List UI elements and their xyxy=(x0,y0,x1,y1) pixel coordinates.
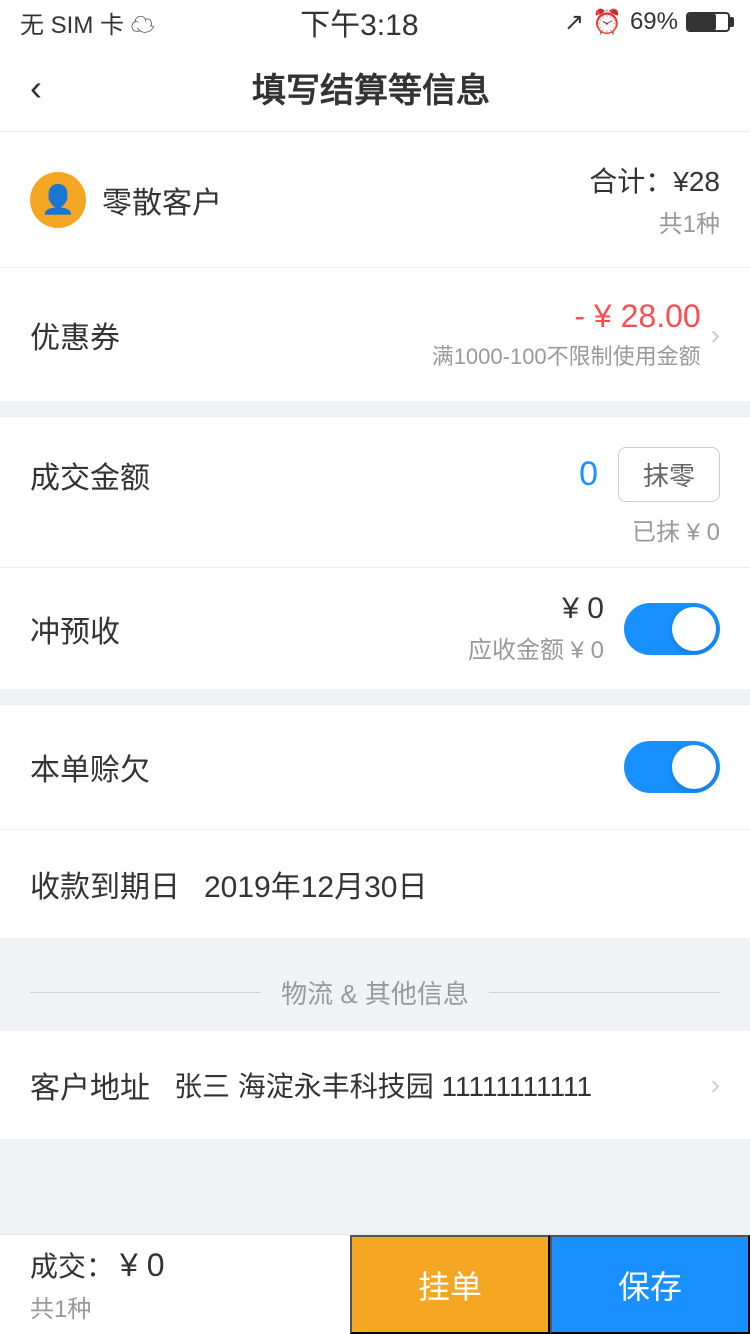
bottom-count: 共1种 xyxy=(30,1289,320,1324)
status-right: ↗ ⏰ 69% xyxy=(564,8,730,37)
customer-name: 零散客户 xyxy=(102,178,222,222)
precollect-amount: ¥ 0 xyxy=(468,592,604,626)
deal-amount-right: 0 抹零 xyxy=(579,447,720,502)
coupon-label: 优惠券 xyxy=(30,313,120,357)
bottom-deal: 成交： ¥ 0 xyxy=(30,1245,320,1285)
address-row[interactable]: 客户地址 张三 海淀永丰科技园 11111111111 › xyxy=(0,1031,750,1139)
battery-percent: 69% xyxy=(630,8,678,36)
precollect-right: ¥ 0 应收金额 ¥ 0 xyxy=(468,592,720,665)
precollect-sub: 应收金额 ¥ 0 xyxy=(468,630,604,665)
deal-amount-value[interactable]: 0 xyxy=(579,455,598,494)
deal-section: 成交金额 0 抹零 已抹 ¥ 0 冲预收 ¥ 0 应收金额 ¥ 0 xyxy=(0,417,750,689)
bottom-bar: 成交： ¥ 0 共1种 挂单 保存 xyxy=(0,1234,750,1334)
customer-section: 👤 零散客户 合计：¥28 共1种 优惠券 - ¥ 28.00 满1000-10… xyxy=(0,132,750,401)
bottom-deal-label: 成交： xyxy=(30,1245,114,1285)
status-left: 无 SIM 卡 ☁ xyxy=(20,5,155,40)
coupon-right: - ¥ 28.00 满1000-100不限制使用金额 › xyxy=(432,298,720,371)
bottom-deal-amount: ¥ 0 xyxy=(120,1247,164,1284)
customer-left: 👤 零散客户 xyxy=(30,172,222,228)
save-button[interactable]: 保存 xyxy=(550,1235,750,1334)
customer-total: 合计：¥28 xyxy=(589,160,720,200)
address-chevron-icon: › xyxy=(711,1069,720,1101)
battery-icon xyxy=(686,12,730,32)
deal-amount-row: 成交金额 0 抹零 xyxy=(0,417,750,512)
deal-amount-label: 成交金额 xyxy=(30,453,150,497)
status-time: 下午3:18 xyxy=(300,0,418,44)
precollect-row: 冲预收 ¥ 0 应收金额 ¥ 0 xyxy=(0,567,750,689)
precollect-label: 冲预收 xyxy=(30,607,120,651)
sim-status: 无 SIM 卡 ☁ xyxy=(20,5,155,40)
customer-row: 👤 零散客户 合计：¥28 共1种 xyxy=(0,132,750,267)
logistics-header: 物流 & 其他信息 xyxy=(0,954,750,1031)
coupon-info: - ¥ 28.00 满1000-100不限制使用金额 xyxy=(432,298,701,371)
location-icon: ↗ xyxy=(564,8,584,37)
coupon-row[interactable]: 优惠券 - ¥ 28.00 满1000-100不限制使用金额 › xyxy=(0,267,750,401)
coupon-discount: - ¥ 28.00 xyxy=(432,298,701,335)
customer-count: 共1种 xyxy=(589,204,720,239)
hold-button[interactable]: 挂单 xyxy=(350,1235,550,1334)
duedate-label: 收款到期日 xyxy=(30,862,180,906)
debt-toggle[interactable] xyxy=(624,741,720,793)
debt-row: 本单赊欠 xyxy=(0,705,750,829)
duedate-row[interactable]: 收款到期日 2019年12月30日 xyxy=(0,829,750,938)
address-label: 客户地址 xyxy=(30,1063,150,1107)
avatar-icon: 👤 xyxy=(41,183,76,216)
customer-right: 合计：¥28 共1种 xyxy=(589,160,720,239)
bottom-info: 成交： ¥ 0 共1种 xyxy=(0,1245,350,1324)
status-bar: 无 SIM 卡 ☁ 下午3:18 ↗ ⏰ 69% xyxy=(0,0,750,44)
coupon-desc: 满1000-100不限制使用金额 xyxy=(432,339,701,371)
address-value: 张三 海淀永丰科技园 11111111111 xyxy=(174,1065,711,1105)
deal-sub-text: 已抹 ¥ 0 xyxy=(0,512,750,567)
chevron-right-icon: › xyxy=(711,319,720,351)
precollect-toggle[interactable] xyxy=(624,603,720,655)
page-title: 填写结算等信息 xyxy=(22,63,720,112)
round-button[interactable]: 抹零 xyxy=(618,447,720,502)
logistics-label: 物流 & 其他信息 xyxy=(281,974,469,1011)
address-section: 客户地址 张三 海淀永丰科技园 11111111111 › xyxy=(0,1031,750,1139)
duedate-value: 2019年12月30日 xyxy=(204,862,427,906)
alarm-icon: ⏰ xyxy=(592,8,622,37)
precollect-info: ¥ 0 应收金额 ¥ 0 xyxy=(468,592,604,665)
nav-bar: ‹ 填写结算等信息 xyxy=(0,44,750,132)
debt-label: 本单赊欠 xyxy=(30,745,150,789)
debt-section: 本单赊欠 收款到期日 2019年12月30日 xyxy=(0,705,750,938)
avatar: 👤 xyxy=(30,172,86,228)
